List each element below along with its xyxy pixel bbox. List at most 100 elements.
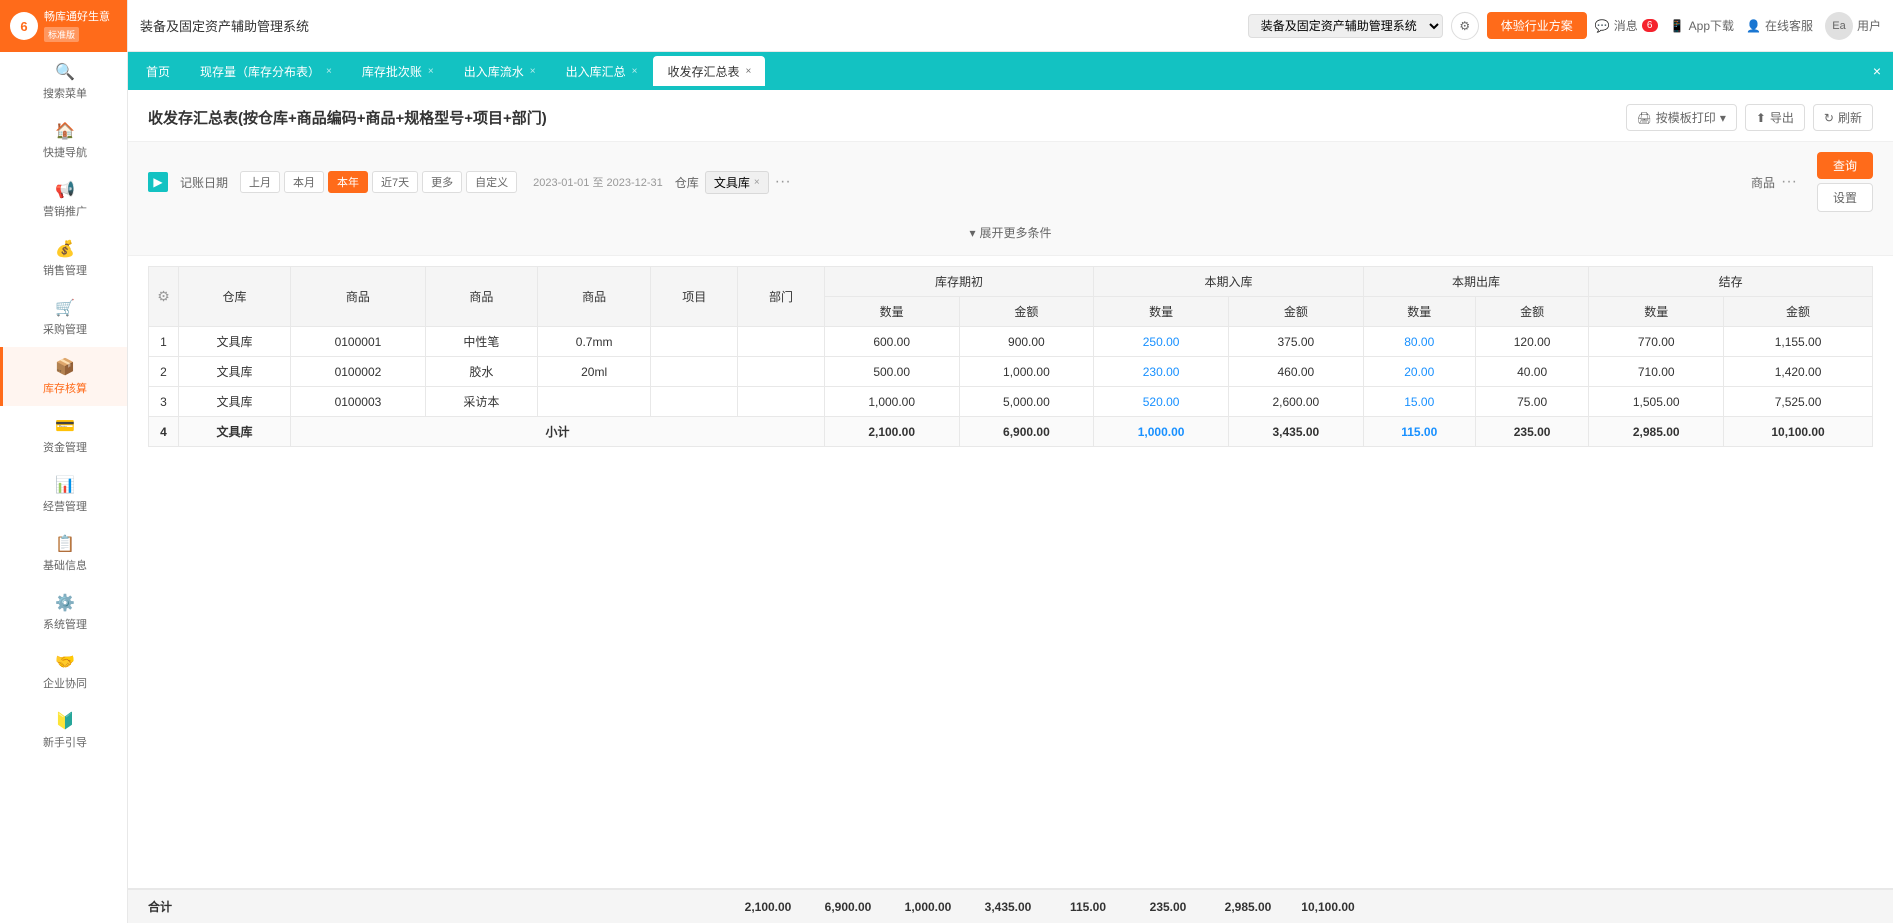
total-open-amt: 6,900.00 [808, 900, 888, 914]
date-btn-this-year[interactable]: 本年 [328, 171, 368, 193]
user-btn[interactable]: Ea 用户 [1825, 12, 1881, 40]
table-row: 3 文具库 0100003 采访本 1,000.00 5,000.00 520.… [149, 387, 1873, 417]
purchase-icon: 🛒 [55, 298, 75, 318]
sidebar-item-operations[interactable]: 📊 经营管理 [0, 465, 127, 524]
tab-in-out-summary-label: 出入库汇总 [566, 63, 626, 80]
app-download-btn[interactable]: 📱 App下载 [1670, 17, 1734, 34]
table-row: 1 文具库 0100001 中性笔 0.7mm 600.00 900.00 25… [149, 327, 1873, 357]
sales-icon: 💰 [55, 239, 75, 259]
tab-in-out-flow[interactable]: 出入库流水 × [450, 56, 550, 86]
row-no: 3 [149, 387, 179, 417]
col-dept-header: 部门 [738, 267, 825, 327]
warehouse-tag-close[interactable]: × [754, 177, 760, 188]
tab-home-label: 首页 [146, 63, 170, 80]
system-select[interactable]: 装备及固定资产辅助管理系统 [1248, 14, 1443, 38]
sidebar-item-basic-info[interactable]: 📋 基础信息 [0, 524, 127, 583]
date-btn-7-days[interactable]: 近7天 [372, 171, 418, 193]
tab-in-out-summary-close[interactable]: × [632, 66, 638, 77]
sidebar-item-system[interactable]: ⚙️ 系统管理 [0, 583, 127, 642]
topbar-actions: 💬 消息 6 📱 App下载 👤 在线客服 Ea 用户 [1595, 12, 1881, 40]
tab-home[interactable]: 首页 [132, 56, 184, 86]
total-out-amt: 235.00 [1128, 900, 1208, 914]
table-row: 2 文具库 0100002 胶水 20ml 500.00 1,000.00 23… [149, 357, 1873, 387]
tab-receipt-summary[interactable]: 收发存汇总表 × [653, 56, 765, 86]
row-warehouse: 文具库 [179, 357, 291, 387]
tab-receipt-summary-close[interactable]: × [745, 66, 751, 77]
row-code: 0100002 [291, 357, 426, 387]
date-btn-last-month[interactable]: 上月 [240, 171, 280, 193]
row-name: 中性笔 [425, 327, 537, 357]
sidebar-item-quick-nav[interactable]: 🏠 快捷导航 [0, 111, 127, 170]
tab-in-out-flow-close[interactable]: × [530, 66, 536, 77]
date-btn-more[interactable]: 更多 [422, 171, 462, 193]
sidebar-item-purchase[interactable]: 🛒 采购管理 [0, 288, 127, 347]
page-header: 收发存汇总表(按仓库+商品编码+商品+规格型号+项目+部门) 🖨 按模板打印 ▾… [128, 90, 1893, 142]
date-btn-this-month[interactable]: 本月 [284, 171, 324, 193]
filter-arrow[interactable]: ▶ [148, 172, 168, 192]
table-gear-icon[interactable]: ⚙ [157, 288, 170, 304]
sidebar-item-sales[interactable]: 💰 销售管理 [0, 229, 127, 288]
enterprise-icon: 🤝 [55, 652, 75, 672]
date-btn-custom[interactable]: 自定义 [466, 171, 517, 193]
in-qty-link[interactable]: 250.00 [1143, 335, 1180, 349]
col-in-amt: 金额 [1228, 297, 1363, 327]
tab-stock-dist-close[interactable]: × [326, 66, 332, 77]
in-qty-link[interactable]: 520.00 [1143, 395, 1180, 409]
in-qty-link[interactable]: 230.00 [1143, 365, 1180, 379]
sidebar-item-finance[interactable]: 💳 资金管理 [0, 406, 127, 465]
sidebar-item-search[interactable]: 🔍 搜索菜单 [0, 52, 127, 111]
row-in-amt: 460.00 [1228, 357, 1363, 387]
print-template-btn[interactable]: 🖨 按模板打印 ▾ [1626, 104, 1737, 131]
expand-arrow-icon: ▾ [969, 226, 975, 240]
subtotal-row: 4 文具库 小计 2,100.00 6,900.00 1,000.00 3,43… [149, 417, 1873, 447]
query-btn[interactable]: 查询 [1817, 152, 1873, 179]
tab-batch-close[interactable]: × [428, 66, 434, 77]
col-in-header: 本期入库 [1094, 267, 1363, 297]
subtotal-out-qty-link[interactable]: 115.00 [1401, 425, 1437, 439]
guide-icon: 🔰 [55, 711, 75, 731]
tab-stock-dist-label: 现存量（库存分布表） [200, 63, 320, 80]
sidebar-item-marketing[interactable]: 📢 营销推广 [0, 170, 127, 229]
tab-stock-dist[interactable]: 现存量（库存分布表） × [186, 56, 346, 86]
row-close-amt: 1,420.00 [1724, 357, 1873, 387]
subtotal-in-qty-link[interactable]: 1,000.00 [1138, 425, 1185, 439]
phone-icon: 📱 [1670, 19, 1685, 33]
home-icon: 🏠 [55, 121, 75, 141]
message-btn[interactable]: 💬 消息 6 [1595, 17, 1658, 34]
row-close-qty: 1,505.00 [1589, 387, 1724, 417]
search-icon: 🔍 [55, 62, 75, 82]
out-qty-link[interactable]: 80.00 [1404, 335, 1434, 349]
tab-batch[interactable]: 库存批次账 × [348, 56, 448, 86]
sidebar-item-enterprise[interactable]: 🤝 企业协同 [0, 642, 127, 701]
row-project [651, 387, 738, 417]
marketing-icon: 📢 [55, 180, 75, 200]
subtotal-close-amt: 10,100.00 [1724, 417, 1873, 447]
user-label: 用户 [1857, 17, 1881, 34]
tabbar: 首页 现存量（库存分布表） × 库存批次账 × 出入库流水 × 出入库汇总 × … [128, 52, 1893, 90]
out-qty-link[interactable]: 20.00 [1404, 365, 1434, 379]
filter-setting-btn[interactable]: 设置 [1817, 183, 1873, 212]
tab-close-all[interactable]: × [1865, 63, 1889, 79]
app-download-label: App下载 [1689, 17, 1734, 34]
tab-in-out-summary[interactable]: 出入库汇总 × [552, 56, 652, 86]
experience-btn[interactable]: 体验行业方案 [1487, 12, 1587, 39]
goods-more[interactable]: ··· [1781, 173, 1797, 191]
row-warehouse: 文具库 [179, 387, 291, 417]
sidebar-item-inventory[interactable]: 📦 库存核算 [0, 347, 127, 406]
col-closing-header: 结存 [1589, 267, 1873, 297]
settings-icon[interactable]: ⚙ [1451, 12, 1479, 40]
page-title: 收发存汇总表(按仓库+商品编码+商品+规格型号+项目+部门) [148, 107, 547, 128]
row-warehouse: 文具库 [179, 327, 291, 357]
online-service-btn[interactable]: 👤 在线客服 [1746, 17, 1813, 34]
total-close-qty: 2,985.00 [1208, 900, 1288, 914]
row-open-qty: 600.00 [824, 327, 959, 357]
sidebar-item-guide[interactable]: 🔰 新手引导 [0, 701, 127, 760]
print-icon: 🖨 [1637, 111, 1652, 125]
out-qty-link[interactable]: 15.00 [1404, 395, 1434, 409]
refresh-btn[interactable]: ↻ 刷新 [1813, 104, 1873, 131]
export-btn[interactable]: ⬆ 导出 [1745, 104, 1805, 131]
row-out-amt: 120.00 [1475, 327, 1589, 357]
row-no: 1 [149, 327, 179, 357]
warehouse-more[interactable]: ··· [775, 173, 791, 191]
expand-conditions-btn[interactable]: ▾ 展开更多条件 [959, 220, 1061, 245]
